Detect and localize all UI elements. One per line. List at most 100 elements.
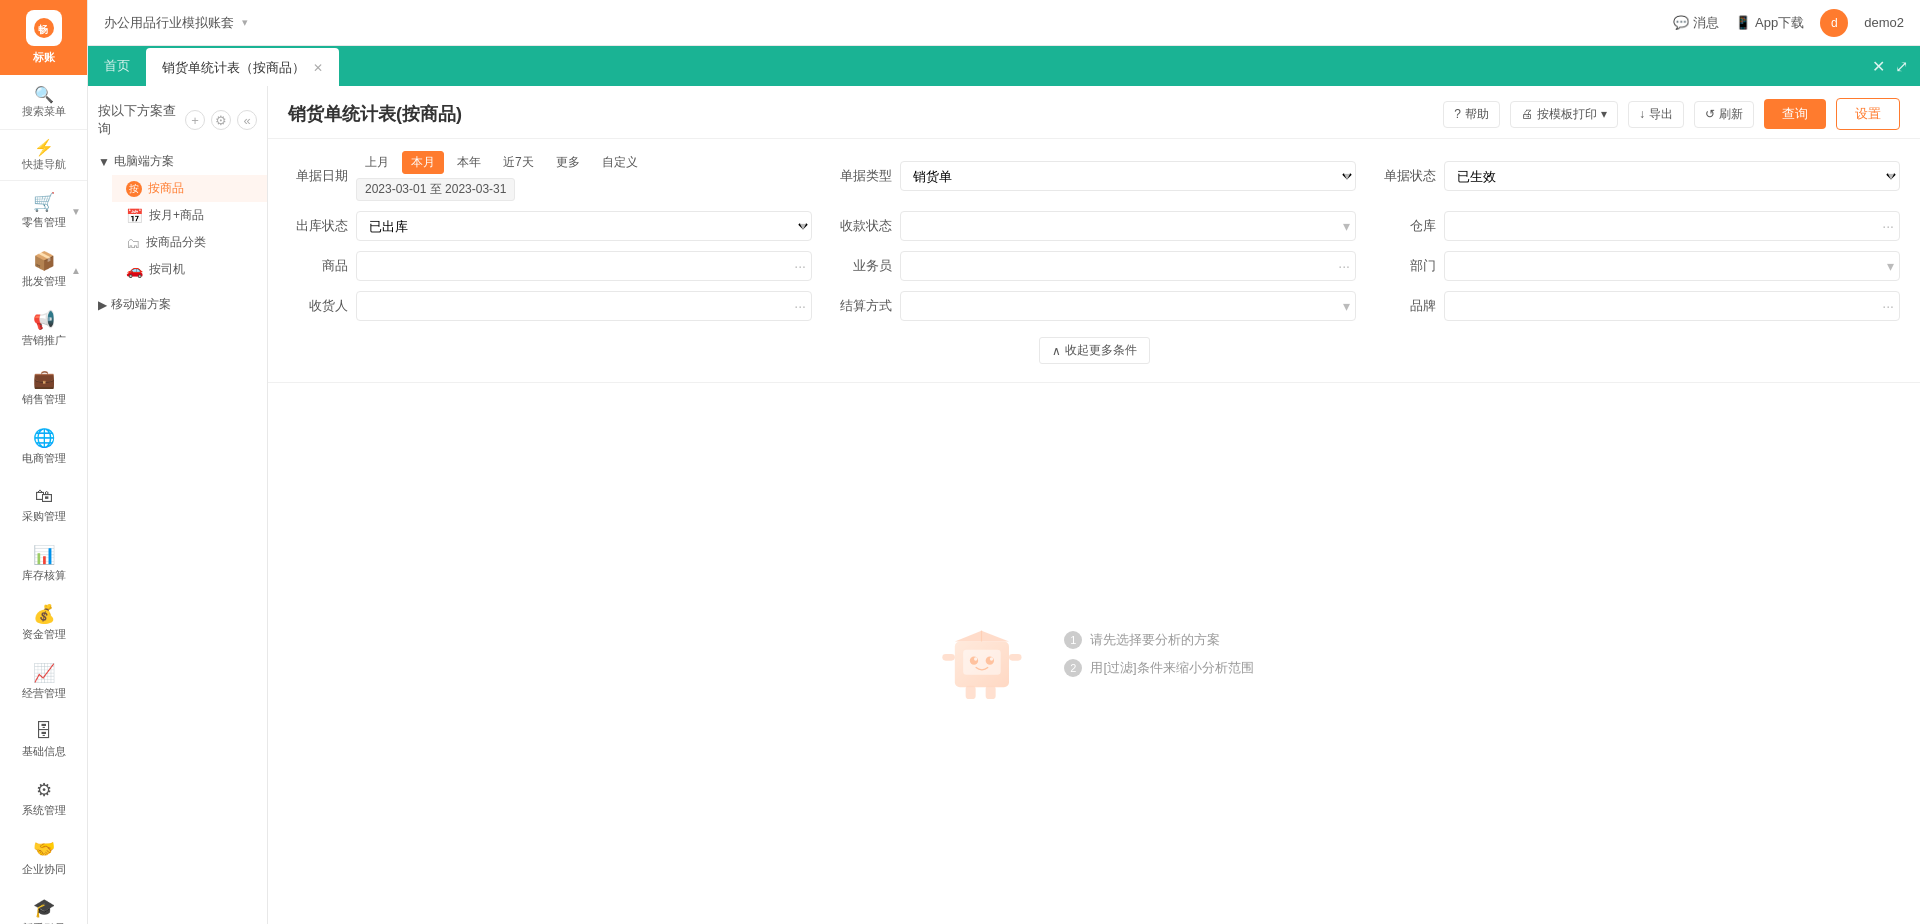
tab-close-all-button[interactable]: ✕ xyxy=(1872,57,1885,76)
refresh-label: 刷新 xyxy=(1719,106,1743,123)
warehouse-dots[interactable]: ··· xyxy=(1882,218,1894,234)
user-name[interactable]: demo2 xyxy=(1864,15,1904,30)
tab-close-button[interactable]: ✕ xyxy=(313,61,323,75)
sidebar-item-sales[interactable]: 💼 销售管理 xyxy=(0,358,87,417)
date-tab-more[interactable]: 更多 xyxy=(547,151,589,174)
dept-input[interactable] xyxy=(1444,251,1900,281)
tree-parent-mobile[interactable]: ▶ 移动端方案 xyxy=(88,291,267,318)
settlement-dots[interactable]: ▾ xyxy=(1343,298,1350,314)
tip-text-1: 请先选择要分析的方案 xyxy=(1090,631,1220,649)
consignee-control: ··· xyxy=(356,291,812,321)
print-icon: 🖨 xyxy=(1521,107,1533,121)
filter-row-2: 出库状态 已出库 ▾ 收款状态 ▾ xyxy=(288,211,1900,241)
date-tab-last-month[interactable]: 上月 xyxy=(356,151,398,174)
export-button[interactable]: ↓ 导出 xyxy=(1628,101,1684,128)
topbar-right: 💬 消息 📱 App下载 d demo2 xyxy=(1673,9,1904,37)
tab-home[interactable]: 首页 xyxy=(88,46,146,86)
tree-item-by-driver[interactable]: 🚗 按司机 xyxy=(112,256,267,283)
sidebar-quicknav[interactable]: ⚡ 快捷导航 xyxy=(0,130,87,181)
page-title: 销货单统计表(按商品) xyxy=(288,102,462,126)
sidebar-item-marketing[interactable]: 📢 营销推广 xyxy=(0,299,87,358)
refresh-button[interactable]: ↺ 刷新 xyxy=(1694,101,1754,128)
doc-type-label: 单据类型 xyxy=(832,167,892,185)
add-scheme-button[interactable]: + xyxy=(185,110,205,130)
sidebar-item-purchase[interactable]: 🛍 采购管理 xyxy=(0,476,87,534)
brand-dots[interactable]: ··· xyxy=(1882,298,1894,314)
sidebar-search[interactable]: 🔍 搜索菜单 xyxy=(0,75,87,130)
sidebar-item-retail[interactable]: 🛒 零售管理 ▼ xyxy=(0,181,87,240)
user-avatar[interactable]: d xyxy=(1820,9,1848,37)
export-icon: ↓ xyxy=(1639,107,1645,121)
consignee-input[interactable] xyxy=(356,291,812,321)
sidebar-item-operations[interactable]: 📈 经营管理 xyxy=(0,652,87,711)
filter-cell-goods: 商品 ··· xyxy=(288,251,812,281)
date-control: 上月 本月 本年 近7天 更多 自定义 2023-03-01 至 2023-03… xyxy=(356,151,812,201)
tab-sales-report[interactable]: 销货单统计表（按商品） ✕ xyxy=(146,48,339,88)
tree-parent-label: 电脑端方案 xyxy=(114,153,174,170)
sidebar-item-enterprise[interactable]: 🤝 企业协同 xyxy=(0,828,87,887)
out-status-select[interactable]: 已出库 xyxy=(356,211,812,241)
tree-item-label: 按商品 xyxy=(148,180,184,197)
staff-dots[interactable]: ··· xyxy=(1338,258,1350,274)
marketing-label: 营销推广 xyxy=(22,333,66,348)
sidebar-item-ecommerce[interactable]: 🌐 电商管理 xyxy=(0,417,87,476)
date-tab-7days[interactable]: 近7天 xyxy=(494,151,543,174)
driver-icon: 🚗 xyxy=(126,262,143,278)
tree-item-by-month-goods[interactable]: 📅 按月+商品 xyxy=(112,202,267,229)
tip-1: 1 请先选择要分析的方案 xyxy=(1064,631,1253,649)
sidebar-item-wholesale[interactable]: 📦 批发管理 ▲ xyxy=(0,240,87,299)
collapse-button[interactable]: ∧ 收起更多条件 xyxy=(1039,337,1150,364)
company-dropdown[interactable]: ▾ xyxy=(242,16,248,29)
date-tab-this-month[interactable]: 本月 xyxy=(402,151,444,174)
filter-cell-settlement: 结算方式 ▾ xyxy=(832,291,1356,321)
dept-dots[interactable]: ▾ xyxy=(1887,258,1894,274)
query-button[interactable]: 查询 xyxy=(1764,99,1826,129)
sidebar-item-finance[interactable]: 💰 资金管理 xyxy=(0,593,87,652)
svg-text:畅: 畅 xyxy=(38,24,48,35)
print-button[interactable]: 🖨 按模板打印 ▾ xyxy=(1510,101,1618,128)
sidebar-item-basics[interactable]: 🗄 基础信息 xyxy=(0,711,87,769)
wholesale-icon: 📦 xyxy=(33,250,55,272)
date-tab-this-year[interactable]: 本年 xyxy=(448,151,490,174)
settlement-input[interactable] xyxy=(900,291,1356,321)
staff-input[interactable] xyxy=(900,251,1356,281)
consignee-dots[interactable]: ··· xyxy=(794,298,806,314)
dept-label: 部门 xyxy=(1376,257,1436,275)
app-download-button[interactable]: 📱 App下载 xyxy=(1735,14,1804,32)
retail-label: 零售管理 xyxy=(22,215,66,230)
left-panel: 按以下方案查询 + ⚙ « ▼ 电脑端方案 按 按商品 xyxy=(88,86,268,924)
tree-item-by-category[interactable]: 🗂 按商品分类 xyxy=(112,229,267,256)
quicknav-label: 快捷导航 xyxy=(22,157,66,172)
tree-parent-pc[interactable]: ▼ 电脑端方案 xyxy=(88,148,267,175)
svg-rect-3 xyxy=(964,649,1002,674)
warehouse-input[interactable] xyxy=(1444,211,1900,241)
consignee-label: 收货人 xyxy=(288,297,348,315)
sidebar-item-inventory[interactable]: 📊 库存核算 xyxy=(0,534,87,593)
sidebar-item-newbie[interactable]: 🎓 新手引导 xyxy=(0,887,87,924)
help-button[interactable]: ? 帮助 xyxy=(1443,101,1500,128)
doc-status-arrow: ▾ xyxy=(1888,169,1894,183)
tab-maximize-button[interactable]: ⤢ xyxy=(1895,57,1908,76)
tree-item-by-goods[interactable]: 按 按商品 xyxy=(112,175,267,202)
empty-state: 1 请先选择要分析的方案 2 用[过滤]条件来缩小分析范围 xyxy=(268,383,1920,924)
doc-status-control: 已生效 ▾ xyxy=(1444,161,1900,191)
receipt-status-dots[interactable]: ▾ xyxy=(1343,218,1350,234)
doc-type-select[interactable]: 销货单 xyxy=(900,161,1356,191)
system-icon: ⚙ xyxy=(36,779,52,801)
sidebar-item-system[interactable]: ⚙ 系统管理 xyxy=(0,769,87,828)
receipt-status-input[interactable] xyxy=(900,211,1356,241)
filter-cell-staff: 业务员 ··· xyxy=(832,251,1356,281)
settings-scheme-button[interactable]: ⚙ xyxy=(211,110,231,130)
brand-input[interactable] xyxy=(1444,291,1900,321)
goods-dots[interactable]: ··· xyxy=(794,258,806,274)
settings-button[interactable]: 设置 xyxy=(1836,98,1900,130)
collapse-panel-button[interactable]: « xyxy=(237,110,257,130)
doc-status-select[interactable]: 已生效 xyxy=(1444,161,1900,191)
filter-cell-dept: 部门 ▾ xyxy=(1376,251,1900,281)
date-tab-custom[interactable]: 自定义 xyxy=(593,151,647,174)
goods-input[interactable] xyxy=(356,251,812,281)
tree-expand-icon: ▼ xyxy=(98,155,110,169)
message-button[interactable]: 💬 消息 xyxy=(1673,14,1719,32)
receipt-status-label: 收款状态 xyxy=(832,217,892,235)
operations-icon: 📈 xyxy=(33,662,55,684)
